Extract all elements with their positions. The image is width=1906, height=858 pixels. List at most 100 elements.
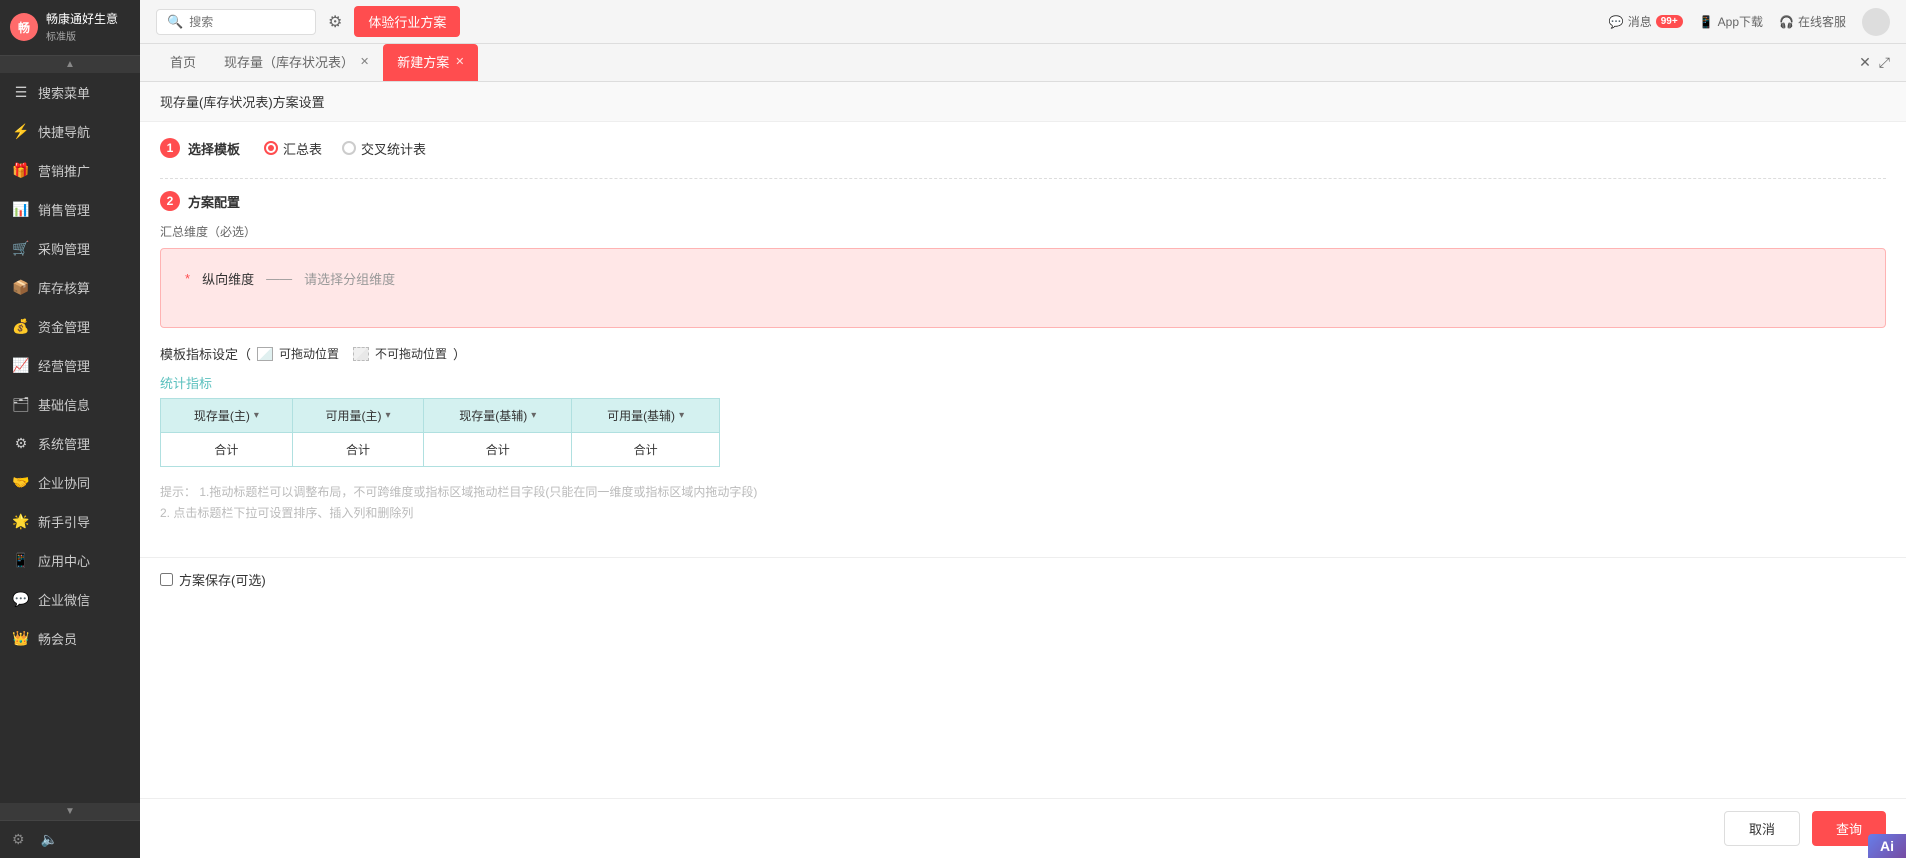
step1-block: 1 选择模板 汇总表 交叉统计表 (160, 138, 1886, 158)
tab-inventory-label: 现存量（库存状况表） (224, 52, 354, 71)
radio-summary[interactable]: 汇总表 (264, 139, 322, 158)
radio-cross[interactable]: 交叉统计表 (342, 139, 426, 158)
tab-home-label: 首页 (170, 52, 196, 71)
sales-icon: 📊 (12, 200, 30, 218)
stats-section: 统计指标 现存量(主) ▾ (160, 373, 1886, 467)
save-checkbox[interactable] (160, 573, 173, 586)
sidebar-item-member[interactable]: 👑 畅会员 (0, 619, 140, 658)
avatar[interactable] (1862, 8, 1890, 36)
stats-cell-2: 合计 (292, 433, 424, 467)
tab-new-plan[interactable]: 新建方案 ✕ (383, 44, 478, 81)
system-icon: ⚙ (12, 434, 30, 452)
step1-title: 1 选择模板 汇总表 交叉统计表 (160, 138, 1886, 158)
sidebar-bottom: ⚙ 🔈 (0, 820, 140, 858)
sound-icon[interactable]: 🔈 (41, 831, 58, 848)
step2-title: 2 方案配置 (160, 191, 1886, 211)
stats-cell-3: 合计 (424, 433, 572, 467)
radio-cross-label: 交叉统计表 (361, 139, 426, 158)
industry-btn[interactable]: 体验行业方案 (354, 6, 460, 37)
sidebar-item-system[interactable]: ⚙ 系统管理 (0, 424, 140, 463)
online-service-item[interactable]: 🎧 在线客服 (1779, 13, 1846, 30)
sidebar-scroll-down[interactable]: ▼ (0, 803, 140, 820)
sidebar-item-label: 销售管理 (38, 200, 90, 219)
logo-text: 畅康通好生意 标准版 (46, 12, 118, 43)
member-icon: 👑 (12, 629, 30, 647)
tips-area: 提示： 1.拖动标题栏可以调整布局，不可跨维度或指标区域拖动栏目字段(只能在同一… (160, 483, 1886, 521)
topbar-right: 💬 消息 99+ 📱 App下载 🎧 在线客服 (1609, 8, 1890, 36)
sidebar-item-basicinfo[interactable]: 🗂 基础信息 (0, 385, 140, 424)
sidebar-item-inventory[interactable]: 📦 库存核算 (0, 268, 140, 307)
topbar-left: 🔍 ⚙ 体验行业方案 (156, 6, 460, 37)
stats-col-1-header[interactable]: 现存量(主) ▾ (161, 399, 293, 433)
sidebar-item-appcenter[interactable]: 📱 应用中心 (0, 541, 140, 580)
online-service-label: 在线客服 (1798, 13, 1846, 30)
action-bar: 取消 查询 (140, 798, 1906, 858)
draggable-box-icon (257, 347, 273, 361)
sidebar-item-label: 搜索菜单 (38, 83, 90, 102)
search-box[interactable]: 🔍 (156, 9, 316, 35)
dimension-row: * 纵向维度 —— 请选择分组维度 (185, 269, 1861, 288)
save-label: 方案保存(可选) (179, 570, 266, 589)
sidebar-item-label: 资金管理 (38, 317, 90, 336)
settings-icon[interactable]: ⚙ (12, 831, 25, 848)
sidebar-nav: ☰ 搜索菜单 ⚡ 快捷导航 🎁 营销推广 📊 销售管理 🛒 采购管理 📦 库存核… (0, 73, 140, 803)
stats-table: 现存量(主) ▾ 可用量(主) ▾ (160, 398, 720, 467)
message-item[interactable]: 💬 消息 99+ (1609, 13, 1683, 30)
stats-cell-1: 合计 (161, 433, 293, 467)
sidebar-item-newguide[interactable]: 🌟 新手引导 (0, 502, 140, 541)
tab-new-plan-close[interactable]: ✕ (455, 55, 464, 68)
inventory-icon: 📦 (12, 278, 30, 296)
step2-label: 方案配置 (188, 192, 240, 211)
sidebar-item-cooperation[interactable]: 🤝 企业协同 (0, 463, 140, 502)
stats-col-4-header[interactable]: 可用量(基辅) ▾ (572, 399, 720, 433)
radio-summary-label: 汇总表 (283, 139, 322, 158)
gear-icon[interactable]: ⚙ (328, 12, 342, 32)
ai-badge[interactable]: Ai (1868, 834, 1906, 858)
sidebar-item-label: 畅会员 (38, 629, 77, 648)
dimension-section-label: 汇总维度（必选） (160, 223, 1886, 240)
sidebar-item-search[interactable]: ☰ 搜索菜单 (0, 73, 140, 112)
sidebar-item-sales[interactable]: 📊 销售管理 (0, 190, 140, 229)
step2-num: 2 (160, 191, 180, 211)
tab-inventory-close[interactable]: ✕ (360, 55, 369, 68)
stats-header-row: 现存量(主) ▾ 可用量(主) ▾ (161, 399, 720, 433)
indicator-title-suffix: ） (453, 344, 466, 363)
dimension-box: * 纵向维度 —— 请选择分组维度 (160, 248, 1886, 328)
quicknav-icon: ⚡ (12, 122, 30, 140)
radio-cross-dot (342, 141, 356, 155)
tab-inventory-status[interactable]: 现存量（库存状况表） ✕ (210, 44, 383, 81)
tab-home[interactable]: 首页 (156, 44, 210, 81)
app-download-label: App下载 (1718, 13, 1763, 30)
sidebar-item-management[interactable]: 📈 经营管理 (0, 346, 140, 385)
window-expand-btn[interactable]: ⤢ (1879, 54, 1890, 71)
search-input[interactable] (189, 15, 305, 29)
sidebar-item-label: 新手引导 (38, 512, 90, 531)
stats-col-2-header[interactable]: 可用量(主) ▾ (292, 399, 424, 433)
sidebar-item-quicknav[interactable]: ⚡ 快捷导航 (0, 112, 140, 151)
stats-col-3-header[interactable]: 现存量(基辅) ▾ (424, 399, 572, 433)
cancel-button[interactable]: 取消 (1724, 811, 1800, 846)
sidebar-item-purchase[interactable]: 🛒 采购管理 (0, 229, 140, 268)
sidebar-item-marketing[interactable]: 🎁 营销推广 (0, 151, 140, 190)
marketing-icon: 🎁 (12, 161, 30, 179)
sidebar-item-wechat[interactable]: 💬 企业微信 (0, 580, 140, 619)
sidebar-item-label: 采购管理 (38, 239, 90, 258)
newguide-icon: 🌟 (12, 512, 30, 530)
step2-block: 2 方案配置 汇总维度（必选） * 纵向维度 —— 请选择分组维度 (160, 191, 1886, 521)
sidebar-item-finance[interactable]: 💰 资金管理 (0, 307, 140, 346)
window-close-btn[interactable]: ✕ (1859, 54, 1871, 71)
non-draggable-label: 不可拖动位置 (375, 345, 447, 362)
message-label: 消息 (1628, 13, 1652, 30)
logo-icon: 畅 (10, 13, 38, 41)
message-badge: 99+ (1656, 15, 1683, 28)
sidebar-logo: 畅 畅康通好生意 标准版 (0, 0, 140, 56)
page-title: 现存量(库存状况表)方案设置 (160, 95, 325, 110)
sidebar-scroll-up[interactable]: ▲ (0, 56, 140, 73)
dimension-title: 汇总维度（必选） (160, 225, 256, 239)
sidebar-item-label: 应用中心 (38, 551, 90, 570)
app-download-item[interactable]: 📱 App下载 (1699, 13, 1763, 30)
chevron-down-icon: ▾ (254, 410, 259, 421)
form-area: 1 选择模板 汇总表 交叉统计表 (140, 122, 1906, 557)
cooperation-icon: 🤝 (12, 473, 30, 491)
dimension-placeholder: 请选择分组维度 (304, 269, 395, 288)
